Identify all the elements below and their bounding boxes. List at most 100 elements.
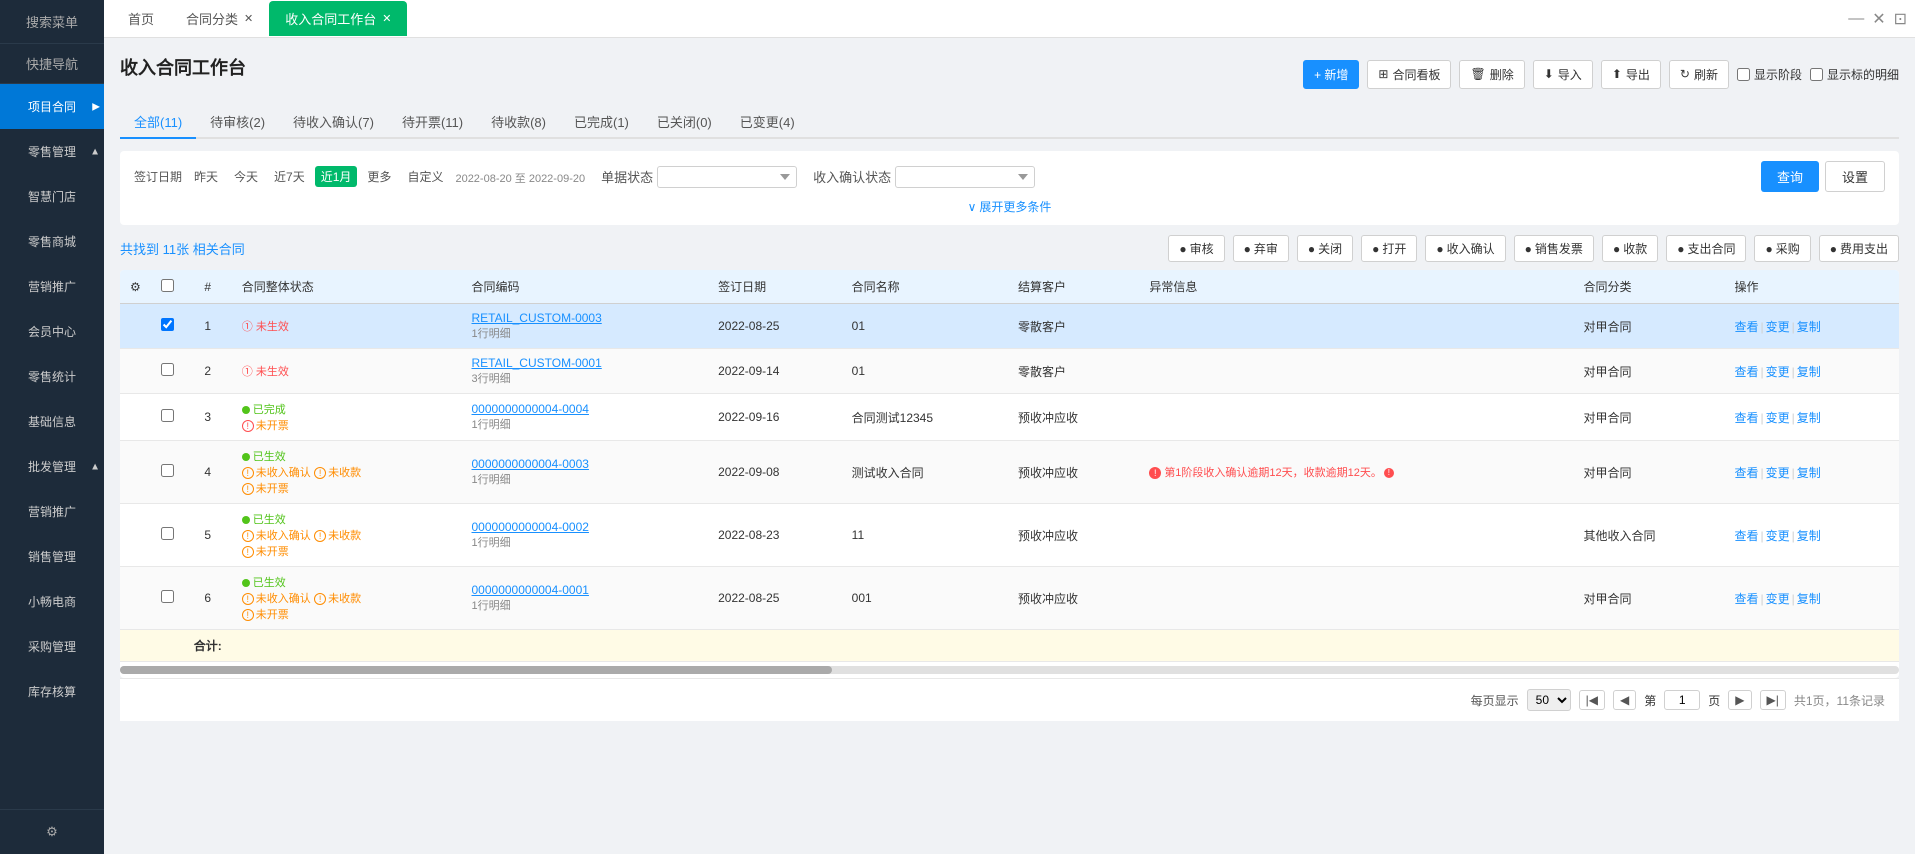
- sidebar-item-smart-store[interactable]: 智慧门店: [0, 174, 104, 219]
- th-gear[interactable]: ⚙: [120, 270, 151, 304]
- row-gear[interactable]: [120, 394, 151, 441]
- view-button[interactable]: 查看: [1735, 411, 1759, 425]
- view-button[interactable]: 查看: [1735, 592, 1759, 606]
- purchase-button[interactable]: ● 采购: [1754, 235, 1810, 262]
- contract-code-link[interactable]: RETAIL_CUSTOM-0001: [472, 356, 602, 370]
- row-gear[interactable]: [120, 567, 151, 630]
- contract-code-link[interactable]: 0000000000004-0001: [472, 583, 589, 597]
- filter-tab-changed[interactable]: 已变更(4): [726, 106, 809, 137]
- edit-button[interactable]: 变更: [1766, 320, 1790, 334]
- sidebar-item-purchase[interactable]: 采购管理: [0, 624, 104, 669]
- filter-tab-pending-confirm[interactable]: 待收入确认(7): [279, 106, 388, 137]
- copy-button[interactable]: 复制: [1797, 411, 1821, 425]
- sidebar-item-retail-mall[interactable]: 零售商城: [0, 219, 104, 264]
- row-gear[interactable]: [120, 441, 151, 504]
- sidebar-item-wholesale[interactable]: 批发管理 ▲: [0, 444, 104, 489]
- view-button[interactable]: 查看: [1735, 466, 1759, 480]
- date-more[interactable]: 更多: [361, 166, 397, 187]
- sidebar-item-project-contract[interactable]: 项目合同 ▶: [0, 84, 104, 129]
- sidebar-item-member[interactable]: 会员中心: [0, 309, 104, 354]
- close-tab-income-contract[interactable]: ✕: [382, 12, 391, 25]
- filter-tab-all[interactable]: 全部(11): [120, 106, 196, 139]
- income-confirm-button[interactable]: ● 收入确认: [1425, 235, 1505, 262]
- row-checkbox[interactable]: [161, 590, 174, 603]
- expense-contract-button[interactable]: ● 支出合同: [1666, 235, 1746, 262]
- date-yesterday[interactable]: 昨天: [188, 166, 224, 187]
- row-checkbox[interactable]: [161, 527, 174, 540]
- date-today[interactable]: 今天: [228, 166, 264, 187]
- kanban-button[interactable]: ⊞ 合同看板: [1367, 60, 1451, 89]
- export-button[interactable]: ⬆ 导出: [1601, 60, 1661, 89]
- current-page-input[interactable]: [1664, 690, 1700, 710]
- row-gear[interactable]: [120, 304, 151, 349]
- row-gear[interactable]: [120, 504, 151, 567]
- sidebar-settings[interactable]: ⚙: [0, 809, 104, 854]
- select-all-checkbox[interactable]: [161, 279, 174, 292]
- next-page-button[interactable]: ▶: [1728, 690, 1751, 710]
- receive-payment-button[interactable]: ● 收款: [1602, 235, 1658, 262]
- minus-icon[interactable]: —: [1848, 10, 1864, 28]
- view-button[interactable]: 查看: [1735, 365, 1759, 379]
- import-button[interactable]: ⬇ 导入: [1533, 60, 1593, 89]
- set-button[interactable]: 设置: [1825, 161, 1885, 192]
- expense-output-button[interactable]: ● 费用支出: [1819, 235, 1899, 262]
- filter-tab-pending-invoice[interactable]: 待开票(11): [388, 106, 477, 137]
- sales-invoice-button[interactable]: ● 销售发票: [1514, 235, 1594, 262]
- sidebar-item-inventory[interactable]: 库存核算: [0, 669, 104, 714]
- filter-tab-pending-receive[interactable]: 待收款(8): [477, 106, 560, 137]
- edit-button[interactable]: 变更: [1766, 592, 1790, 606]
- delete-button[interactable]: 🗑 删除: [1459, 60, 1524, 89]
- copy-button[interactable]: 复制: [1797, 320, 1821, 334]
- open-contract-button[interactable]: ● 打开: [1361, 235, 1417, 262]
- sidebar-item-retail-stats[interactable]: 零售统计: [0, 354, 104, 399]
- close-tab-contract-category[interactable]: ✕: [244, 12, 253, 25]
- sidebar-item-basic-info[interactable]: 基础信息: [0, 399, 104, 444]
- edit-button[interactable]: 变更: [1766, 466, 1790, 480]
- refresh-button[interactable]: ↻ 刷新: [1669, 60, 1729, 89]
- filter-tab-pending-review[interactable]: 待审核(2): [196, 106, 279, 137]
- first-page-button[interactable]: |◀: [1579, 690, 1605, 710]
- sidebar-item-ecom[interactable]: 小畅电商: [0, 579, 104, 624]
- date-custom[interactable]: 自定义: [401, 166, 449, 187]
- per-page-select[interactable]: 50: [1527, 689, 1571, 711]
- copy-button[interactable]: 复制: [1797, 365, 1821, 379]
- row-checkbox[interactable]: [161, 409, 174, 422]
- copy-button[interactable]: 复制: [1797, 529, 1821, 543]
- contract-code-link[interactable]: 0000000000004-0004: [472, 402, 589, 416]
- query-button[interactable]: 查询: [1761, 161, 1819, 192]
- row-checkbox[interactable]: [161, 318, 174, 331]
- abandon-review-button[interactable]: ● 弃审: [1233, 235, 1289, 262]
- close-icon[interactable]: ✕: [1872, 9, 1885, 29]
- tab-home[interactable]: 首页: [112, 1, 170, 36]
- filter-tab-closed[interactable]: 已关闭(0): [643, 106, 726, 137]
- filter-tab-completed[interactable]: 已完成(1): [560, 106, 643, 137]
- copy-button[interactable]: 复制: [1797, 592, 1821, 606]
- sidebar-item-marketing[interactable]: 营销推广: [0, 264, 104, 309]
- view-button[interactable]: 查看: [1735, 320, 1759, 334]
- status-select[interactable]: [657, 166, 797, 188]
- review-button[interactable]: ● 审核: [1168, 235, 1224, 262]
- close-contract-button[interactable]: ● 关闭: [1297, 235, 1353, 262]
- show-detail-checkbox[interactable]: 显示标的明细: [1810, 66, 1899, 83]
- edit-button[interactable]: 变更: [1766, 411, 1790, 425]
- row-checkbox[interactable]: [161, 464, 174, 477]
- sidebar-item-sales-mgmt[interactable]: 销售管理: [0, 534, 104, 579]
- maximize-icon[interactable]: ⊡: [1894, 9, 1907, 29]
- row-checkbox[interactable]: [161, 363, 174, 376]
- contract-code-link[interactable]: 0000000000004-0003: [472, 457, 589, 471]
- confirm-status-select[interactable]: [895, 166, 1035, 188]
- edit-button[interactable]: 变更: [1766, 529, 1790, 543]
- tab-contract-category[interactable]: 合同分类 ✕: [170, 1, 269, 36]
- sidebar-quick-nav[interactable]: 快捷导航: [0, 44, 104, 84]
- sidebar-item-marketing2[interactable]: 营销推广: [0, 489, 104, 534]
- date-7days[interactable]: 近7天: [268, 166, 311, 187]
- contract-code-link[interactable]: 0000000000004-0002: [472, 520, 589, 534]
- sidebar-item-retail-mgmt[interactable]: 零售管理 ▲: [0, 129, 104, 174]
- expand-more-conditions[interactable]: ∨ 展开更多条件: [968, 198, 1052, 215]
- date-1month[interactable]: 近1月: [315, 166, 358, 187]
- scrollbar-thumb[interactable]: [120, 666, 832, 674]
- th-checkbox[interactable]: [151, 270, 184, 304]
- tab-income-contract[interactable]: 收入合同工作台 ✕: [269, 1, 407, 36]
- contract-code-link[interactable]: RETAIL_CUSTOM-0003: [472, 311, 602, 325]
- prev-page-button[interactable]: ◀: [1613, 690, 1636, 710]
